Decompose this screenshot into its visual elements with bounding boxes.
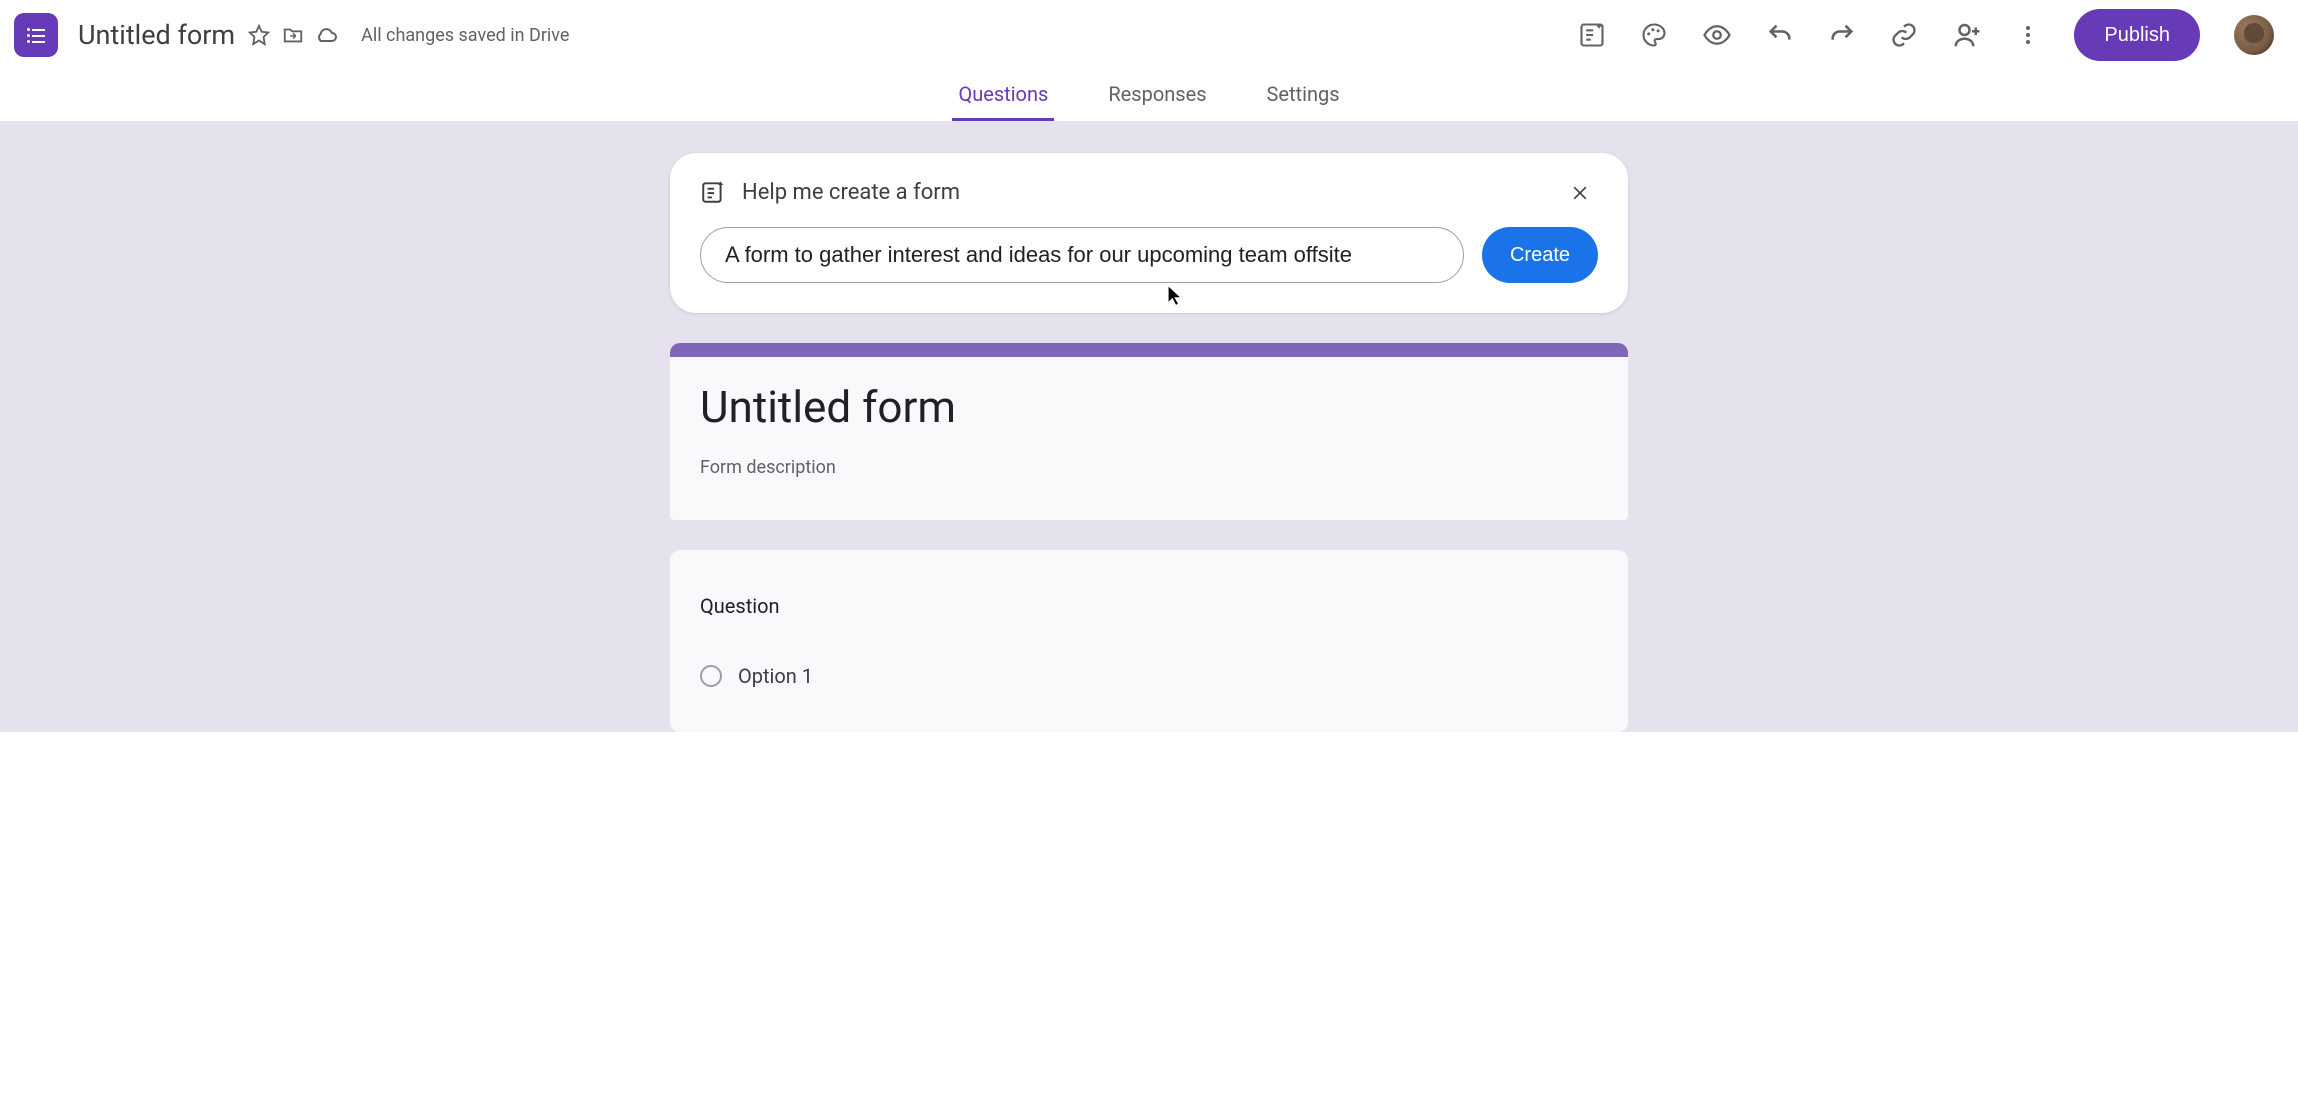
ai-sparkle-list-icon[interactable] — [1578, 21, 1606, 49]
create-button[interactable]: Create — [1482, 227, 1598, 283]
app-header: Untitled form All changes saved in Drive — [0, 0, 2298, 70]
publish-button[interactable]: Publish — [2074, 9, 2200, 61]
ai-prompt-card: Help me create a form Create — [670, 153, 1628, 313]
add-collaborators-icon[interactable] — [1952, 20, 1982, 50]
radio-icon — [700, 665, 722, 687]
form-title-card[interactable]: Untitled form Form description — [670, 343, 1628, 520]
doc-title[interactable]: Untitled form — [78, 19, 235, 51]
question-title-input[interactable]: Question — [700, 594, 1598, 618]
question-card[interactable]: Question Option 1 — [670, 550, 1628, 732]
tab-responses[interactable]: Responses — [1102, 70, 1212, 121]
option-label-input[interactable]: Option 1 — [738, 664, 813, 688]
ai-prompt-input[interactable] — [700, 227, 1464, 283]
form-title-body: Untitled form Form description — [670, 357, 1628, 520]
tab-settings[interactable]: Settings — [1261, 70, 1346, 121]
editor-tabs: Questions Responses Settings — [0, 70, 2298, 121]
undo-icon[interactable] — [1766, 21, 1794, 49]
preview-icon[interactable] — [1702, 20, 1732, 50]
star-icon[interactable] — [247, 23, 271, 47]
cloud-saved-icon[interactable] — [315, 23, 339, 47]
forms-app-icon[interactable] — [14, 13, 58, 57]
more-icon[interactable] — [2016, 23, 2040, 47]
ai-prompt-header: Help me create a form — [700, 179, 1598, 205]
ai-input-row: Create — [700, 227, 1598, 283]
form-title-input[interactable]: Untitled form — [700, 381, 1598, 433]
editor-canvas: Help me create a form Create Untitled fo… — [0, 121, 2298, 732]
tab-questions[interactable]: Questions — [952, 70, 1054, 121]
form-description-input[interactable]: Form description — [700, 457, 1598, 478]
title-icons-group — [247, 23, 339, 47]
redo-icon[interactable] — [1828, 21, 1856, 49]
account-avatar[interactable] — [2234, 15, 2274, 55]
save-status: All changes saved in Drive — [361, 25, 569, 46]
form-accent-bar — [670, 343, 1628, 357]
copy-link-icon[interactable] — [1890, 21, 1918, 49]
move-to-folder-icon[interactable] — [281, 23, 305, 47]
forms-list-icon — [24, 23, 48, 47]
palette-icon[interactable] — [1640, 21, 1668, 49]
ai-prompt-title: Help me create a form — [742, 180, 960, 205]
header-right: Publish — [1578, 9, 2274, 61]
option-row: Option 1 — [700, 664, 1598, 688]
close-icon[interactable] — [1570, 181, 1594, 205]
ai-sparkle-list-icon — [700, 179, 726, 205]
avatar-face — [2244, 23, 2264, 43]
